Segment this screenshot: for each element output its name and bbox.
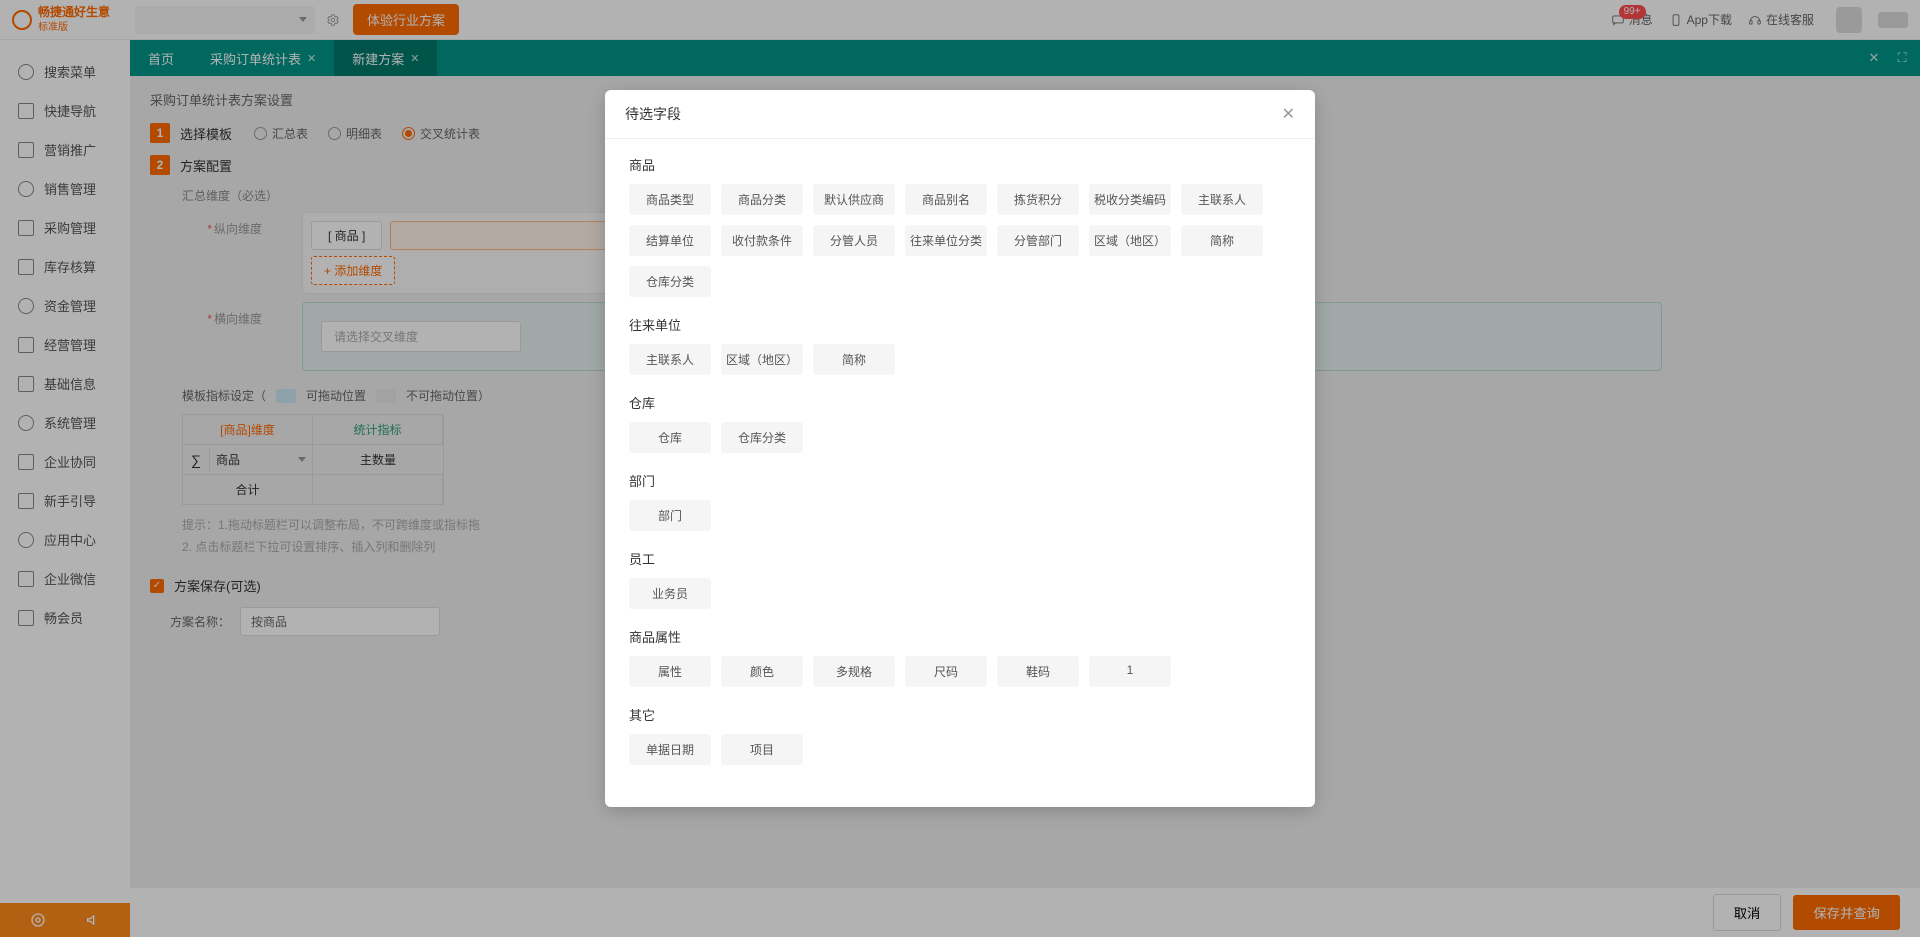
field-chip[interactable]: 区域（地区）: [1089, 225, 1171, 256]
field-chip[interactable]: 拣货积分: [997, 184, 1079, 215]
field-picker-modal: 待选字段 ✕ 商品商品类型商品分类默认供应商商品别名拣货积分税收分类编码主联系人…: [605, 90, 1315, 807]
field-chip[interactable]: 业务员: [629, 578, 711, 609]
field-group-title: 商品属性: [629, 627, 1291, 646]
field-chip[interactable]: 结算单位: [629, 225, 711, 256]
field-group-title: 部门: [629, 471, 1291, 490]
field-group: 部门部门: [629, 471, 1291, 531]
modal-title: 待选字段: [625, 104, 681, 124]
field-group: 仓库仓库仓库分类: [629, 393, 1291, 453]
close-icon[interactable]: ✕: [1282, 104, 1295, 124]
field-group: 商品商品类型商品分类默认供应商商品别名拣货积分税收分类编码主联系人结算单位收付款…: [629, 155, 1291, 297]
field-chip[interactable]: 分管人员: [813, 225, 895, 256]
field-chip[interactable]: 分管部门: [997, 225, 1079, 256]
field-group: 员工业务员: [629, 549, 1291, 609]
field-chip[interactable]: 简称: [1181, 225, 1263, 256]
field-group-title: 其它: [629, 705, 1291, 724]
field-chip[interactable]: 商品分类: [721, 184, 803, 215]
field-chip[interactable]: 项目: [721, 734, 803, 765]
field-chip[interactable]: 尺码: [905, 656, 987, 687]
modal-overlay[interactable]: 待选字段 ✕ 商品商品类型商品分类默认供应商商品别名拣货积分税收分类编码主联系人…: [0, 0, 1920, 937]
field-chip[interactable]: 仓库分类: [721, 422, 803, 453]
field-chip[interactable]: 单据日期: [629, 734, 711, 765]
field-group: 商品属性属性颜色多规格尺码鞋码 1: [629, 627, 1291, 687]
field-group-title: 往来单位: [629, 315, 1291, 334]
field-chip[interactable]: 多规格: [813, 656, 895, 687]
field-chip[interactable]: 仓库分类: [629, 266, 711, 297]
field-chip[interactable]: 收付款条件: [721, 225, 803, 256]
field-group-title: 商品: [629, 155, 1291, 174]
field-chip[interactable]: 鞋码: [997, 656, 1079, 687]
field-chip[interactable]: 商品别名: [905, 184, 987, 215]
field-chip[interactable]: 简称: [813, 344, 895, 375]
field-group-title: 员工: [629, 549, 1291, 568]
field-chip[interactable]: 往来单位分类: [905, 225, 987, 256]
field-chip[interactable]: 区域（地区）: [721, 344, 803, 375]
field-chip[interactable]: 主联系人: [1181, 184, 1263, 215]
field-chip[interactable]: 部门: [629, 500, 711, 531]
field-chip[interactable]: 颜色: [721, 656, 803, 687]
field-chip[interactable]: 税收分类编码: [1089, 184, 1171, 215]
field-group: 其它单据日期项目: [629, 705, 1291, 765]
field-chip[interactable]: 属性: [629, 656, 711, 687]
field-chip[interactable]: 仓库: [629, 422, 711, 453]
field-chip[interactable]: 1: [1089, 656, 1171, 687]
field-group-title: 仓库: [629, 393, 1291, 412]
field-group: 往来单位主联系人区域（地区） 简称: [629, 315, 1291, 375]
field-chip[interactable]: 默认供应商: [813, 184, 895, 215]
field-chip[interactable]: 主联系人: [629, 344, 711, 375]
field-chip[interactable]: 商品类型: [629, 184, 711, 215]
